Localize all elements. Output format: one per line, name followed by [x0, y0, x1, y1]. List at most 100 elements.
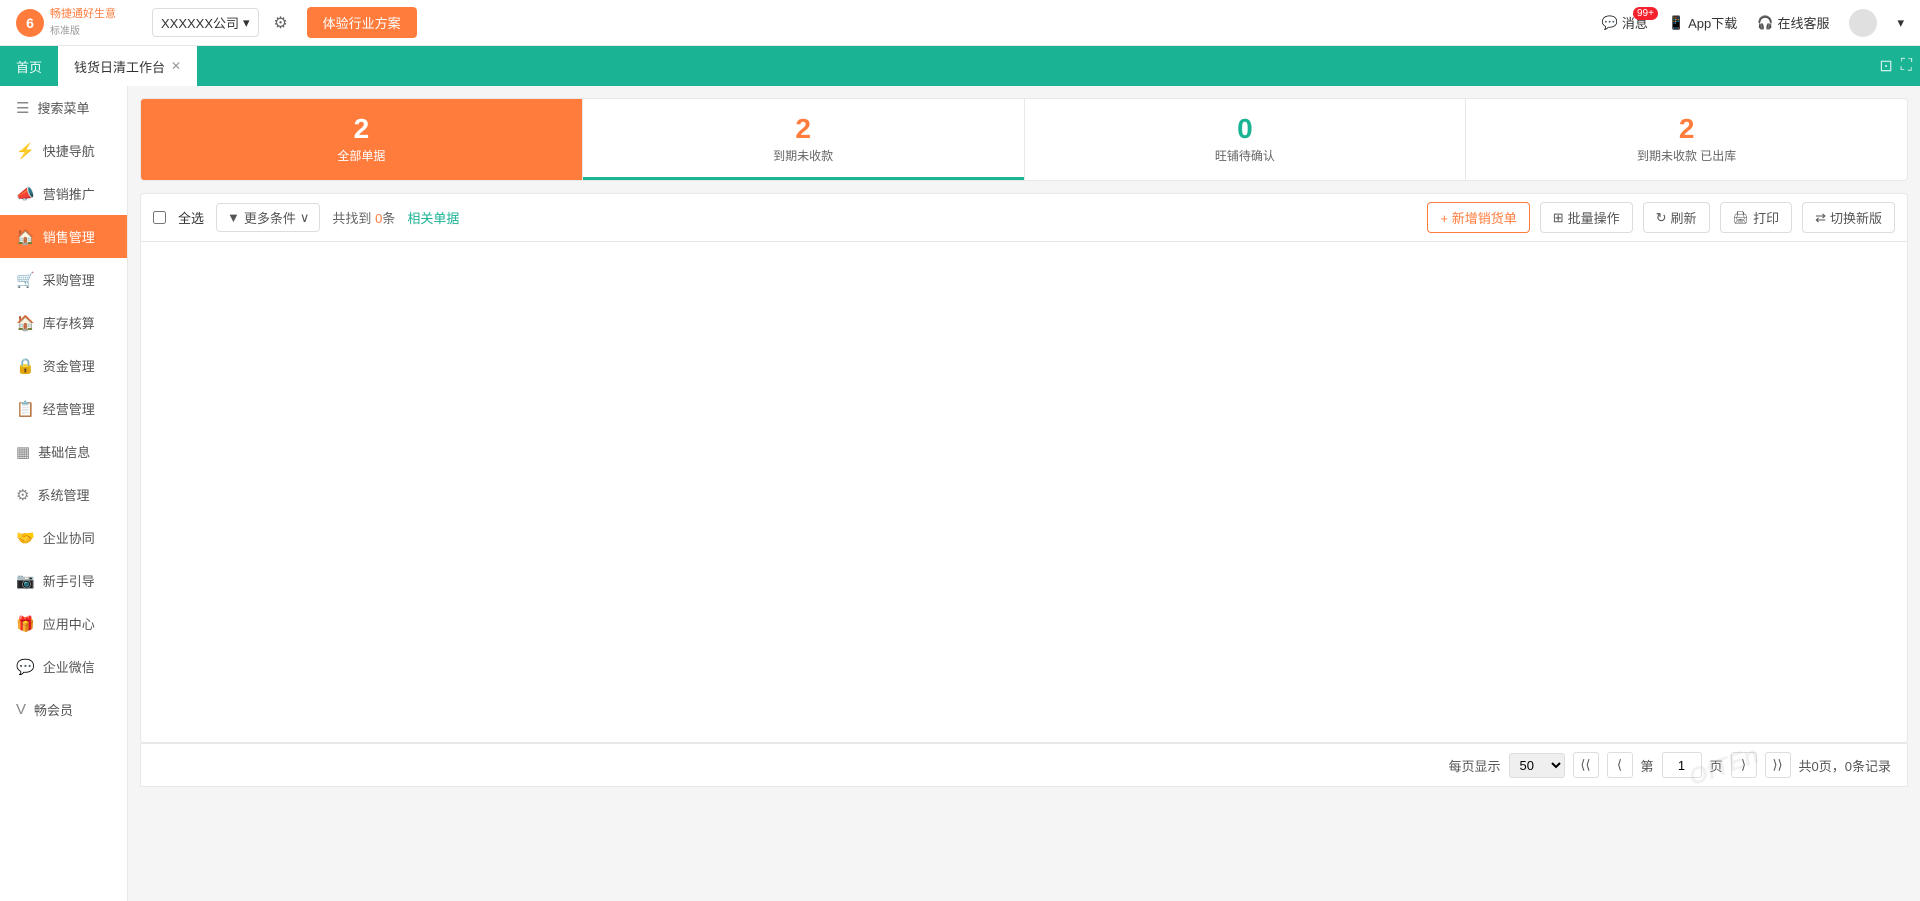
online-service-btn[interactable]: 🎧 在线客服 [1757, 13, 1829, 32]
system-icon: ⚙ [16, 486, 29, 504]
app-download-label: App下载 [1688, 13, 1737, 32]
sidebar-item-search[interactable]: ☰ 搜索菜单 [0, 86, 127, 129]
tab-work[interactable]: 钱货日清工作台 ✕ [58, 46, 197, 86]
tab-close-icon[interactable]: ✕ [171, 59, 181, 73]
sidebar-item-wechat[interactable]: 💬 企业微信 [0, 645, 127, 688]
toolbar-left: 全选 ▼ 更多条件 ∨ 共找到 0条 相关单据 [153, 203, 1415, 232]
nav-tabs: 首页 钱货日清工作台 ✕ ⊡ ⛶ [0, 46, 1920, 86]
prev-page-btn[interactable]: ⟨ [1607, 752, 1633, 778]
sidebar-item-label: 搜索菜单 [37, 98, 89, 117]
print-btn-label: 打印 [1753, 208, 1779, 227]
sidebar-item-label: 资金管理 [43, 356, 95, 375]
switch-btn-label: 切换新版 [1830, 208, 1882, 227]
search-icon: ☰ [16, 99, 29, 117]
per-page-select[interactable]: 50 100 200 [1509, 753, 1565, 778]
batch-btn[interactable]: ⊞ 批量操作 [1540, 202, 1633, 233]
avatar[interactable] [1849, 9, 1877, 37]
marketing-icon: 📣 [16, 185, 35, 203]
stat-number-all: 2 [161, 115, 562, 143]
filter-icon: ▼ [227, 210, 240, 225]
sidebar-item-enterprise[interactable]: 🤝 企业协同 [0, 516, 127, 559]
stat-card-overdue2[interactable]: 2 到期未收款 已出库 [1466, 99, 1907, 180]
online-service-label: 在线客服 [1777, 13, 1829, 32]
member-icon: V [16, 701, 26, 718]
sidebar-item-sales[interactable]: 🏠 销售管理 [0, 215, 127, 258]
tab-home-label: 首页 [16, 57, 42, 76]
refresh-btn[interactable]: ↻ 刷新 [1643, 202, 1710, 233]
first-page-btn[interactable]: ⟨⟨ [1573, 752, 1599, 778]
sidebar-item-label: 营销推广 [43, 184, 95, 203]
sidebar-item-label: 企业微信 [43, 657, 95, 676]
page-input[interactable] [1662, 752, 1702, 778]
select-all-label: 全选 [178, 208, 204, 227]
sidebar-item-label: 基础信息 [38, 442, 90, 461]
stat-card-wangpu[interactable]: 0 旺铺待确认 [1025, 99, 1467, 180]
next-page-btn[interactable]: ⟩ [1731, 752, 1757, 778]
last-page-btn[interactable]: ⟩⟩ [1765, 752, 1791, 778]
stat-card-overdue[interactable]: 2 到期未收款 [583, 99, 1025, 180]
nav-restore-icon[interactable]: ⊡ [1879, 56, 1892, 76]
sidebar-item-label: 快捷导航 [43, 141, 95, 160]
found-text: 共找到 0条 [332, 208, 395, 227]
add-btn-label: + 新增销货单 [1440, 208, 1516, 227]
sidebar-item-label: 库存核算 [43, 313, 95, 332]
batch-icon: ⊞ [1553, 210, 1564, 226]
message-btn[interactable]: 💬 消息 99+ [1602, 13, 1648, 32]
stat-label-all: 全部单据 [161, 147, 562, 164]
service-icon: 🎧 [1757, 15, 1773, 31]
select-all-checkbox[interactable] [153, 211, 166, 224]
related-link[interactable]: 相关单据 [407, 208, 459, 227]
print-btn[interactable]: 🖨 打印 [1720, 202, 1793, 233]
message-badge: 99+ [1633, 7, 1658, 20]
chevron-down-icon: ▾ [243, 15, 250, 31]
stat-number-overdue2: 2 [1486, 115, 1887, 143]
chevron-down-icon: ▾ [1897, 15, 1904, 31]
company-selector[interactable]: XXXXXX公司 ▾ [152, 8, 259, 37]
header-right: 💬 消息 99+ 📱 App下载 🎧 在线客服 ▾ [1602, 9, 1904, 37]
finance-icon: 🔒 [16, 357, 35, 375]
download-icon: 📱 [1668, 15, 1684, 31]
main-content: 2 全部单据 2 到期未收款 0 旺铺待确认 2 到期未收款 已出库 全选 ▼ … [128, 86, 1920, 901]
batch-btn-label: 批量操作 [1568, 208, 1620, 227]
experience-btn[interactable]: 体验行业方案 [307, 7, 417, 38]
sidebar-item-label: 新手引导 [43, 571, 95, 590]
sidebar-item-shortcut[interactable]: ⚡ 快捷导航 [0, 129, 127, 172]
sidebar-item-label: 系统管理 [37, 485, 89, 504]
sidebar-item-system[interactable]: ⚙ 系统管理 [0, 473, 127, 516]
settings-button[interactable]: ⚙ [267, 9, 295, 37]
tab-work-label: 钱货日清工作台 [74, 57, 165, 76]
sidebar-item-inventory[interactable]: 🏠 库存核算 [0, 301, 127, 344]
filter-btn[interactable]: ▼ 更多条件 ∨ [216, 203, 320, 232]
gear-icon: ⚙ [273, 13, 287, 33]
user-menu-btn[interactable]: ▾ [1897, 15, 1904, 31]
sidebar-item-finance[interactable]: 🔒 资金管理 [0, 344, 127, 387]
add-btn[interactable]: + 新增销货单 [1427, 202, 1529, 233]
stat-label-wangpu: 旺铺待确认 [1045, 147, 1446, 164]
toolbar: 全选 ▼ 更多条件 ∨ 共找到 0条 相关单据 + 新增销货单 ⊞ 批量操作 ↻… [140, 193, 1908, 242]
print-icon: 🖨 [1733, 210, 1750, 226]
stat-number-overdue: 2 [603, 115, 1004, 143]
switch-btn[interactable]: ⇄ 切换新版 [1802, 202, 1895, 233]
sidebar-item-purchase[interactable]: 🛒 采购管理 [0, 258, 127, 301]
sidebar-item-appstore[interactable]: 🎁 应用中心 [0, 602, 127, 645]
sidebar-item-basic[interactable]: ▦ 基础信息 [0, 430, 127, 473]
sales-icon: 🏠 [16, 228, 35, 246]
sidebar: ☰ 搜索菜单 ⚡ 快捷导航 📣 营销推广 🏠 销售管理 🛒 采购管理 🏠 库存核… [0, 86, 128, 901]
filter-btn-label: 更多条件 [244, 208, 296, 227]
purchase-icon: 🛒 [16, 271, 35, 289]
sidebar-item-business[interactable]: 📋 经营管理 [0, 387, 127, 430]
toolbar-right: + 新增销货单 ⊞ 批量操作 ↻ 刷新 🖨 打印 ⇄ 切换新版 [1427, 202, 1895, 233]
app-download-btn[interactable]: 📱 App下载 [1668, 13, 1737, 32]
page-unit: 页 [1710, 756, 1723, 775]
top-header: 6 畅捷通好生意 标准版 XXXXXX公司 ▾ ⚙ 体验行业方案 💬 消息 99… [0, 0, 1920, 46]
nav-maximize-icon[interactable]: ⛶ [1901, 57, 1912, 75]
sidebar-item-marketing[interactable]: 📣 营销推广 [0, 172, 127, 215]
message-icon: 💬 [1602, 15, 1618, 31]
appstore-icon: 🎁 [16, 615, 35, 633]
tab-home[interactable]: 首页 [0, 46, 58, 86]
refresh-icon: ↻ [1656, 210, 1667, 226]
stat-card-all[interactable]: 2 全部单据 [141, 99, 583, 180]
sidebar-item-guide[interactable]: 📷 新手引导 [0, 559, 127, 602]
chevron-down-icon: ∨ [300, 210, 310, 226]
sidebar-item-member[interactable]: V 畅会员 [0, 688, 127, 731]
